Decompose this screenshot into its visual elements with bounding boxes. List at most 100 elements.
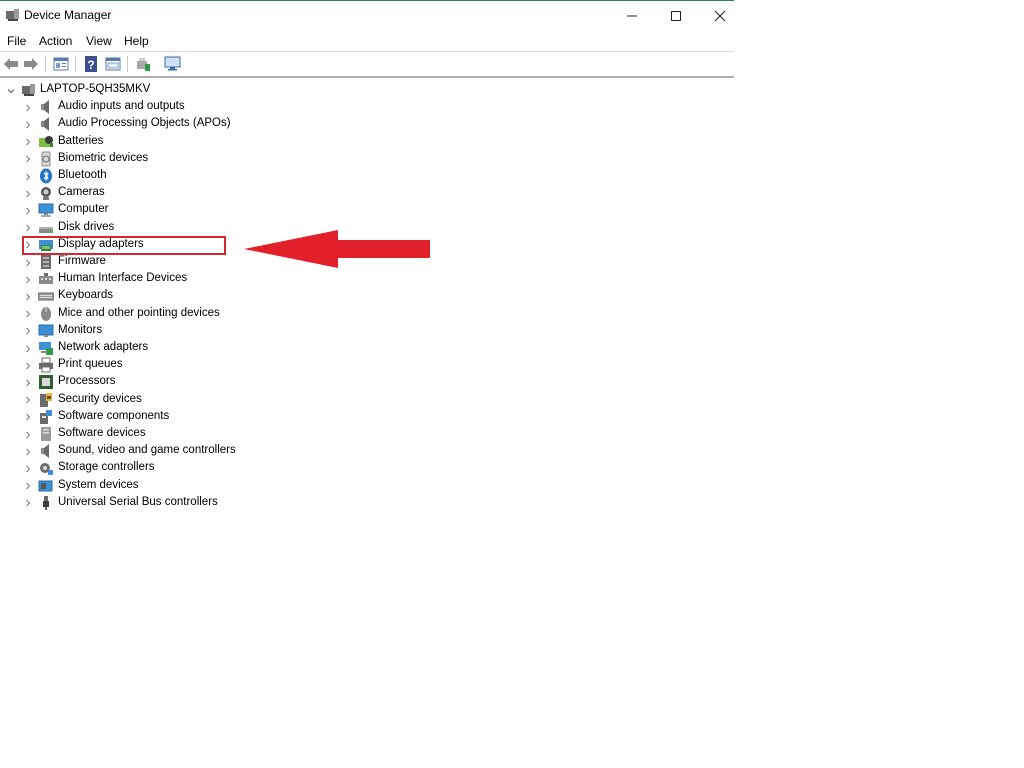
- title-bar[interactable]: Device Manager: [0, 1, 734, 30]
- tree-item[interactable]: Sound, video and game controllers: [0, 443, 300, 460]
- tree-item-label: Software devices: [58, 427, 146, 439]
- monitor-icon: [38, 323, 54, 339]
- tree-item-label: Print queues: [58, 358, 123, 371]
- red-arrow-annotation: [244, 230, 430, 268]
- menu-bar: File Action View Help: [0, 31, 734, 52]
- tree-item[interactable]: Security devices: [0, 392, 300, 409]
- toolbar: ?: [0, 52, 734, 78]
- tree-item-label: Universal Serial Bus controllers: [58, 495, 218, 508]
- tree-item-label: Audio Processing Objects (APOs): [58, 117, 231, 130]
- tree-item-label: Mice and other pointing devices: [58, 306, 220, 319]
- tree-item[interactable]: Cameras: [0, 185, 300, 202]
- usb-icon: [38, 495, 54, 511]
- chevron-right-icon[interactable]: [23, 443, 33, 460]
- toolbar-separator: [127, 56, 128, 72]
- chevron-right-icon[interactable]: [23, 409, 33, 426]
- tree-item-label: Security devices: [58, 392, 142, 405]
- chevron-right-icon[interactable]: [23, 323, 33, 340]
- tree-item[interactable]: System devices: [0, 478, 300, 495]
- tree-item-label: Monitors: [58, 323, 103, 336]
- tree-item[interactable]: Universal Serial Bus controllers: [0, 495, 300, 512]
- chevron-right-icon[interactable]: [23, 271, 33, 288]
- chevron-right-icon[interactable]: [23, 254, 33, 271]
- close-button[interactable]: [697, 1, 743, 30]
- tree-item[interactable]: Bluetooth: [0, 168, 300, 185]
- forward-icon[interactable]: [22, 55, 40, 73]
- tree-item[interactable]: Storage controllers: [0, 460, 300, 477]
- help-icon[interactable]: ?: [82, 55, 100, 73]
- menu-file[interactable]: File: [7, 34, 26, 48]
- menu-help[interactable]: Help: [124, 34, 149, 48]
- chevron-right-icon[interactable]: [23, 392, 33, 409]
- scan-hardware-icon[interactable]: [164, 55, 182, 73]
- chevron-right-icon[interactable]: [23, 134, 33, 151]
- toolbar-separator: [75, 56, 76, 72]
- chevron-right-icon[interactable]: [23, 460, 33, 477]
- tree-item-label: Computer: [58, 203, 109, 216]
- chevron-right-icon[interactable]: [23, 220, 33, 237]
- tree-item[interactable]: Audio inputs and outputs: [0, 99, 300, 116]
- properties-icon[interactable]: [52, 55, 70, 73]
- tree-item[interactable]: Audio Processing Objects (APOs): [0, 116, 300, 133]
- tree-item[interactable]: Network adapters: [0, 340, 300, 357]
- tree-root[interactable]: LAPTOP-5QH35MKV: [0, 82, 300, 99]
- tree-item[interactable]: Batteries: [0, 134, 300, 151]
- tree-item[interactable]: Computer: [0, 202, 300, 219]
- menu-action[interactable]: Action: [39, 34, 72, 48]
- tree-item[interactable]: Mice and other pointing devices: [0, 306, 300, 323]
- tree-item-label: Storage controllers: [58, 461, 155, 474]
- maximize-button[interactable]: [653, 1, 699, 30]
- chevron-right-icon[interactable]: [23, 357, 33, 374]
- minimize-button[interactable]: [609, 1, 655, 30]
- chevron-right-icon[interactable]: [23, 306, 33, 323]
- tree-item-label: Processors: [58, 375, 116, 388]
- window-title: Device Manager: [24, 8, 112, 22]
- bluetooth-icon: [38, 168, 54, 184]
- speaker-icon: [38, 99, 54, 115]
- speaker-icon: [38, 116, 54, 132]
- chevron-right-icon[interactable]: [23, 116, 33, 133]
- chevron-right-icon[interactable]: [23, 151, 33, 168]
- software-component-icon: [38, 409, 54, 425]
- computer-root-icon: [21, 82, 37, 98]
- chevron-right-icon[interactable]: [23, 478, 33, 495]
- tree-item[interactable]: Monitors: [0, 323, 300, 340]
- chevron-right-icon[interactable]: [23, 168, 33, 185]
- chevron-right-icon[interactable]: [23, 185, 33, 202]
- menu-view[interactable]: View: [86, 34, 112, 48]
- tree-item-label: Bluetooth: [58, 169, 107, 181]
- update-driver-icon[interactable]: [134, 55, 152, 73]
- tree-item[interactable]: Human Interface Devices: [0, 271, 300, 288]
- device-manager-window: Device Manager File Action View Help ? L…: [0, 0, 734, 768]
- tree-item[interactable]: Biometric devices: [0, 151, 300, 168]
- chevron-right-icon[interactable]: [23, 340, 33, 357]
- tree-item-label: Audio inputs and outputs: [58, 100, 185, 113]
- tree-item-label: Disk drives: [58, 220, 115, 233]
- tree-item-label: Sound, video and game controllers: [58, 444, 236, 457]
- disk-icon: [38, 220, 54, 236]
- tree-item[interactable]: Print queues: [0, 357, 300, 374]
- mouse-icon: [38, 306, 54, 322]
- storage-icon: [38, 460, 54, 476]
- tree-item[interactable]: Processors: [0, 374, 300, 391]
- toolbar-separator: [45, 56, 46, 72]
- speaker-icon: [38, 443, 54, 459]
- tree-item[interactable]: Software devices: [0, 426, 300, 443]
- device-manager-icon: [5, 7, 21, 23]
- chevron-right-icon[interactable]: [23, 288, 33, 305]
- tree-item[interactable]: Software components: [0, 409, 300, 426]
- chevron-down-icon[interactable]: [6, 82, 16, 99]
- keyboard-icon: [37, 288, 55, 304]
- chevron-right-icon[interactable]: [23, 202, 33, 219]
- chevron-right-icon[interactable]: [23, 495, 33, 512]
- back-icon[interactable]: [2, 55, 20, 73]
- chevron-right-icon[interactable]: [23, 99, 33, 116]
- firmware-icon: [38, 254, 54, 270]
- chevron-right-icon[interactable]: [23, 426, 33, 443]
- tree-item[interactable]: Keyboards: [0, 288, 300, 305]
- show-hidden-icon[interactable]: [104, 55, 122, 73]
- tree-item-label: Batteries: [58, 134, 104, 147]
- tree-item-label: System devices: [58, 478, 139, 491]
- security-icon: [38, 392, 54, 408]
- chevron-right-icon[interactable]: [23, 374, 33, 391]
